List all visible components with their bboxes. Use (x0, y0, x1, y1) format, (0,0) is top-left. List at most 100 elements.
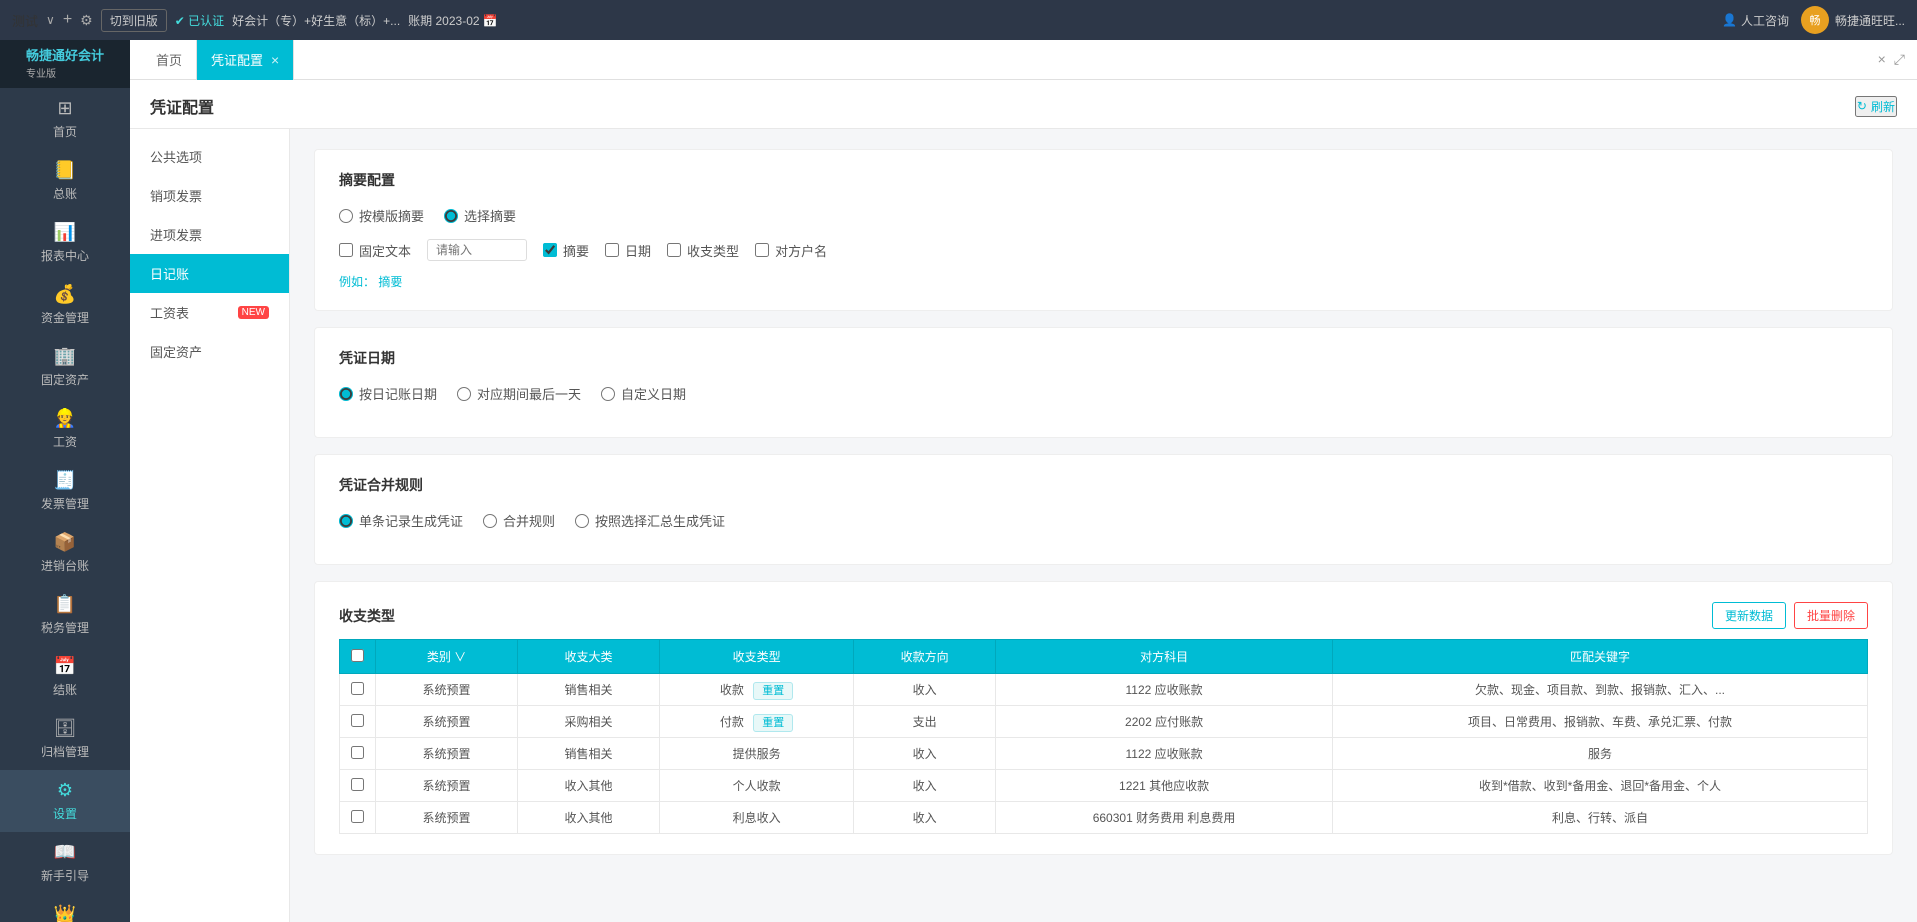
expand-icon[interactable]: ⤢ (1894, 51, 1905, 68)
checkbox-summary[interactable]: 摘要 (543, 241, 589, 260)
income-expense-title: 收支类型 (339, 606, 395, 626)
guide-icon: 📖 (54, 842, 76, 863)
member-icon: 👑 (54, 904, 76, 922)
left-nav-item-sales-invoice[interactable]: 销项发票 (130, 176, 289, 215)
sidebar-item-archive[interactable]: 🗄 归档管理 (0, 708, 130, 770)
left-nav-item-payroll[interactable]: 工资表 NEW (130, 293, 289, 332)
topbar-right: 👤 人工咨询 畅 畅捷通旺旺... (1722, 6, 1905, 34)
tab-right-actions: × ⤢ (1878, 51, 1905, 68)
table-actions: 更新数据 批量删除 (1712, 602, 1868, 629)
radio-merge-rule[interactable]: 合并规则 (483, 511, 555, 530)
content-area: 首页 凭证配置 × × ⤢ 凭证配置 ↻ 刷新 公共选项 (130, 40, 1917, 922)
summary-config-section: 摘要配置 按模版摘要 选择摘要 (314, 149, 1893, 311)
new-badge: NEW (238, 306, 269, 319)
certified-status: ✔ 已认证 (175, 12, 224, 29)
closing-icon: 📅 (54, 656, 76, 677)
refresh-button[interactable]: ↻ 刷新 (1855, 96, 1897, 117)
home-icon: ⊞ (57, 98, 72, 119)
sidebar-item-funds[interactable]: 💰 资金管理 (0, 274, 130, 336)
example-text: 例如： 摘要 (339, 273, 1868, 290)
sidebar-item-settings[interactable]: ⚙ 设置 (0, 770, 130, 832)
table-row: 系统预置 收入其他 个人收款 收入 1221 其他应收款 收到*借款、收到*备用… (340, 770, 1868, 802)
fixed-text-input[interactable] (427, 239, 527, 261)
row-checkbox[interactable] (340, 770, 376, 802)
user-account[interactable]: 畅 畅捷通旺旺... (1801, 6, 1905, 34)
page-header: 凭证配置 ↻ 刷新 (130, 80, 1917, 129)
left-nav-item-journal[interactable]: 日记账 (130, 254, 289, 293)
left-nav-item-purchase-invoice[interactable]: 进项发票 (130, 215, 289, 254)
tax-icon: 📋 (54, 594, 76, 615)
reset-tag[interactable]: 重置 (753, 714, 793, 732)
row-checkbox[interactable] (340, 674, 376, 706)
archive-icon: 🗄 (54, 718, 77, 739)
settings-icon: ⚙ (57, 780, 73, 801)
radio-last-day[interactable]: 对应期间最后一天 (457, 384, 581, 403)
income-expense-section: 收支类型 更新数据 批量删除 类别 ∨ 收支大类 收支类型 (314, 581, 1893, 855)
topbar-add-icon[interactable]: + (63, 11, 72, 29)
table-row: 系统预置 采购相关 付款 重置 支出 2202 应付账款 项目、日常费用、报销款… (340, 706, 1868, 738)
close-window-icon[interactable]: × (1878, 51, 1886, 68)
invoice-icon: 🧾 (54, 470, 76, 491)
tab-close-icon[interactable]: × (271, 52, 279, 68)
income-expense-table: 类别 ∨ 收支大类 收支类型 收款方向 对方科目 匹配关键字 (339, 639, 1868, 834)
sidebar-item-payroll[interactable]: 👷 工资 (0, 398, 130, 460)
update-data-button[interactable]: 更新数据 (1712, 602, 1786, 629)
th-select-all[interactable] (340, 640, 376, 674)
tab-bar: 首页 凭证配置 × × ⤢ (130, 40, 1917, 80)
checkbox-income-expense-type[interactable]: 收支类型 (667, 241, 739, 260)
voucher-date-radio-group: 按日记账日期 对应期间最后一天 自定义日期 (339, 384, 1868, 403)
two-col-layout: 公共选项 销项发票 进项发票 日记账 工资表 NEW 固定资产 (130, 129, 1917, 922)
consultant-button[interactable]: 👤 人工咨询 (1722, 12, 1789, 29)
checkbox-fixed-text[interactable]: 固定文本 (339, 241, 411, 260)
th-keywords: 匹配关键字 (1333, 640, 1868, 674)
row-checkbox[interactable] (340, 706, 376, 738)
radio-journal-date[interactable]: 按日记账日期 (339, 384, 437, 403)
sidebar-item-invoice[interactable]: 🧾 发票管理 (0, 460, 130, 522)
sidebar-item-ledger[interactable]: 📒 总账 (0, 150, 130, 212)
voucher-date-section: 凭证日期 按日记账日期 对应期间最后一天 自定义日期 (314, 327, 1893, 438)
summary-radio-group: 按模版摘要 选择摘要 (339, 206, 1868, 225)
right-content: 摘要配置 按模版摘要 选择摘要 (290, 129, 1917, 922)
sidebar-item-member[interactable]: 👑 畅会员 (0, 894, 130, 922)
radio-select-summary[interactable]: 选择摘要 (444, 206, 516, 225)
table-header-row: 收支类型 更新数据 批量删除 (339, 602, 1868, 629)
sidebar-item-guide[interactable]: 📖 新手引导 (0, 832, 130, 894)
switch-version-button[interactable]: 切到旧版 (101, 9, 167, 32)
checkbox-date[interactable]: 日期 (605, 241, 651, 260)
ledger-icon: 📒 (54, 160, 76, 181)
th-category[interactable]: 类别 ∨ (376, 640, 518, 674)
row-checkbox[interactable] (340, 802, 376, 834)
reset-tag[interactable]: 重置 (753, 682, 793, 700)
payroll-icon: 👷 (54, 408, 76, 429)
reports-icon: 📊 (54, 222, 76, 243)
tab-home[interactable]: 首页 (142, 40, 197, 80)
radio-template-summary[interactable]: 按模版摘要 (339, 206, 424, 225)
purchase-sales-icon: 📦 (54, 532, 76, 553)
sidebar-item-closing[interactable]: 📅 结账 (0, 646, 130, 708)
row-checkbox[interactable] (340, 738, 376, 770)
sidebar-item-fixed-assets[interactable]: 🏢 固定资产 (0, 336, 130, 398)
th-direction: 收款方向 (854, 640, 996, 674)
th-income-expense-type: 收支类型 (660, 640, 854, 674)
tab-voucher-config[interactable]: 凭证配置 × (197, 40, 294, 80)
left-nav-item-fixed-assets[interactable]: 固定资产 (130, 332, 289, 371)
sidebar: 畅捷通好会计 专业版 ⊞ 首页 📒 总账 📊 报表中心 💰 资金管理 🏢 固定资… (0, 40, 130, 922)
left-nav-item-common[interactable]: 公共选项 (130, 137, 289, 176)
sidebar-item-home[interactable]: ⊞ 首页 (0, 88, 130, 150)
radio-single-record[interactable]: 单条记录生成凭证 (339, 511, 463, 530)
topbar-arrow-icon[interactable]: ∨ (46, 13, 55, 27)
consultant-icon: 👤 (1722, 13, 1737, 27)
merge-rules-title: 凭证合并规则 (339, 475, 1868, 495)
radio-custom-date[interactable]: 自定义日期 (601, 384, 686, 403)
sidebar-item-purchase-sales[interactable]: 📦 进销台账 (0, 522, 130, 584)
left-nav: 公共选项 销项发票 进项发票 日记账 工资表 NEW 固定资产 (130, 129, 290, 922)
checkbox-counterpart-name[interactable]: 对方户名 (755, 241, 827, 260)
sidebar-item-tax[interactable]: 📋 税务管理 (0, 584, 130, 646)
topbar: 测试 ∨ + ⚙ 切到旧版 ✔ 已认证 好会计（专）+好生意（标）+... 账期… (0, 0, 1917, 40)
radio-summary-generate[interactable]: 按照选择汇总生成凭证 (575, 511, 725, 530)
period-info: 账期 2023-02 📅 (408, 12, 498, 29)
topbar-settings-icon[interactable]: ⚙ (80, 12, 93, 29)
th-subject: 对方科目 (996, 640, 1333, 674)
sidebar-item-reports[interactable]: 📊 报表中心 (0, 212, 130, 274)
batch-delete-button[interactable]: 批量删除 (1794, 602, 1868, 629)
